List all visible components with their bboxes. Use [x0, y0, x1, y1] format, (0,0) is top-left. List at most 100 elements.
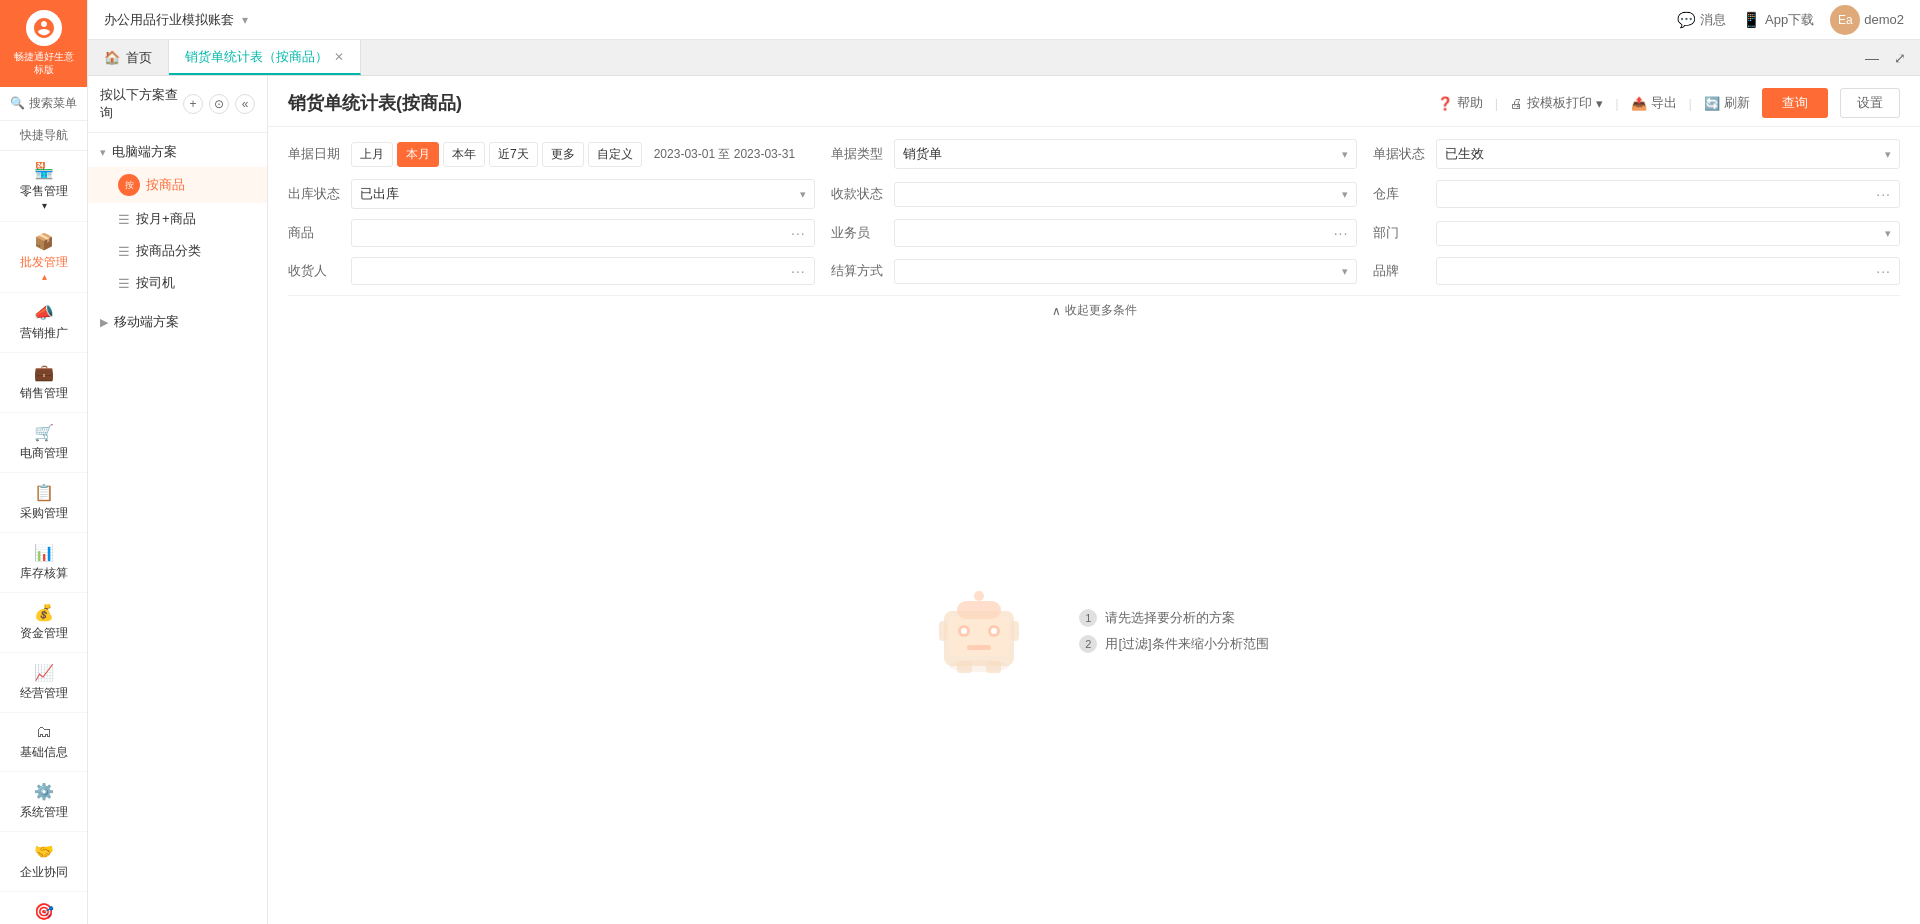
tab-controls: — ⤢ [1860, 46, 1920, 70]
refresh-label: 刷新 [1724, 94, 1750, 112]
sidebar-item-purchase[interactable]: 📋 采购管理 [0, 473, 87, 533]
sidebar-item-management[interactable]: 📈 经营管理 [0, 653, 87, 713]
company-dropdown[interactable]: ▾ [242, 13, 248, 27]
collapse-up-icon: ∧ [1052, 304, 1061, 318]
panel-header: 按以下方案查询 + ⊙ « [88, 76, 267, 133]
wholesale-icon: 📦 [34, 232, 54, 251]
topbar-right: 💬 消息 📱 App下载 Ea demo2 [1677, 5, 1904, 35]
query-button[interactable]: 查询 [1762, 88, 1828, 118]
doc-type-group: 单据类型 销货单 ▾ [831, 139, 1358, 169]
staff-label: 业务员 [831, 224, 886, 242]
sidebar-item-finance[interactable]: 💰 资金管理 [0, 593, 87, 653]
empty-tips: 1 请先选择要分析的方案 2 用[过滤]条件来缩小分析范围 [1079, 609, 1268, 653]
desktop-section-header[interactable]: ▾ 电脑端方案 [88, 137, 267, 167]
page-header: 销货单统计表(按商品) ❓ 帮助 | 🖨 按模板打印 ▾ | 📤 [268, 76, 1920, 127]
staff-input[interactable]: ··· [894, 219, 1358, 247]
user-profile[interactable]: Ea demo2 [1830, 5, 1904, 35]
mobile-section: ▶ 移动端方案 [88, 303, 267, 341]
sidebar-item-collab[interactable]: 🤝 企业协同 [0, 832, 87, 892]
settings-scheme-btn[interactable]: ⊙ [209, 94, 229, 114]
date-btn-7days[interactable]: 近7天 [489, 142, 538, 167]
tab-home-label: 首页 [126, 49, 152, 67]
quick-nav-label: 快捷导航 [20, 128, 68, 142]
sidebar-item-basic[interactable]: 🗂 基础信息 [0, 713, 87, 772]
sidebar-item-ecommerce[interactable]: 🛒 电商管理 [0, 413, 87, 473]
date-btn-last-month[interactable]: 上月 [351, 142, 393, 167]
date-quick-btns: 上月 本月 本年 近7天 更多 自定义 2023-03-01 至 2023-03… [351, 142, 795, 167]
brand-group: 品牌 ··· [1373, 257, 1900, 285]
sidebar-item-retail[interactable]: 🏪 零售管理 ▾ [0, 151, 87, 222]
tab-home[interactable]: 🏠 首页 [88, 40, 169, 75]
panel-actions: + ⊙ « [183, 94, 255, 114]
avatar: Ea [1830, 5, 1860, 35]
mobile-section-header[interactable]: ▶ 移动端方案 [88, 307, 267, 337]
sidebar-item-marketing[interactable]: 📣 营销推广 [0, 293, 87, 353]
finance-icon: 💰 [34, 603, 54, 622]
sidebar-purchase-label: 采购管理 [20, 505, 68, 522]
warehouse-label: 仓库 [1373, 185, 1428, 203]
doc-status-select[interactable]: 已生效 ▾ [1436, 139, 1900, 169]
collect-status-group: 收款状态 ▾ [831, 182, 1358, 207]
date-btn-this-year[interactable]: 本年 [443, 142, 485, 167]
sidebar-item-guide[interactable]: 🎯 新手引导 [0, 892, 87, 924]
warehouse-input[interactable]: ··· [1436, 180, 1900, 208]
sidebar-item-sales[interactable]: 💼 销售管理 [0, 353, 87, 413]
collapse-bar[interactable]: ∧ 收起更多条件 [288, 295, 1900, 325]
collapse-icon: « [242, 97, 249, 111]
scheme-by-driver[interactable]: ☰ 按司机 [88, 267, 267, 299]
print-btn[interactable]: 🖨 按模板打印 ▾ [1510, 94, 1603, 112]
goods-input[interactable]: ··· [351, 219, 815, 247]
dept-select[interactable]: ▾ [1436, 221, 1900, 246]
retail-arrow: ▾ [42, 200, 47, 211]
maximize-btn[interactable]: ⤢ [1888, 46, 1912, 70]
home-icon: 🏠 [104, 50, 120, 65]
refresh-btn[interactable]: 🔄 刷新 [1704, 94, 1750, 112]
doc-type-select[interactable]: 销货单 ▾ [894, 139, 1358, 169]
collect-status-select[interactable]: ▾ [894, 182, 1358, 207]
doc-status-value: 已生效 [1445, 145, 1484, 163]
maximize-icon: ⤢ [1894, 50, 1906, 66]
receiver-group: 收货人 ··· [288, 257, 815, 285]
settle-select[interactable]: ▾ [894, 259, 1358, 284]
tab-sales-stat[interactable]: 销货单统计表（按商品） ✕ [169, 40, 361, 75]
dept-arrow: ▾ [1885, 227, 1891, 240]
settings-button[interactable]: 设置 [1840, 88, 1900, 118]
sidebar-item-inventory[interactable]: 📊 库存核算 [0, 533, 87, 593]
minimize-btn[interactable]: — [1860, 46, 1884, 70]
out-status-arrow: ▾ [800, 188, 806, 201]
out-status-select[interactable]: 已出库 ▾ [351, 179, 815, 209]
tab-close-btn[interactable]: ✕ [334, 50, 344, 64]
search-menu[interactable]: 🔍 搜索菜单 [0, 87, 87, 121]
brand-dots: ··· [1876, 263, 1891, 279]
doc-type-arrow: ▾ [1342, 148, 1348, 161]
empty-state: 1 请先选择要分析的方案 2 用[过滤]条件来缩小分析范围 [268, 337, 1920, 924]
warehouse-group: 仓库 ··· [1373, 180, 1900, 208]
add-scheme-btn[interactable]: + [183, 94, 203, 114]
date-btn-this-month[interactable]: 本月 [397, 142, 439, 167]
minimize-icon: — [1865, 50, 1879, 66]
logo: 畅捷通好生意 标版 [0, 0, 88, 87]
add-icon: + [189, 97, 196, 111]
quick-nav[interactable]: 快捷导航 [0, 121, 87, 151]
scheme-by-category[interactable]: ☰ 按商品分类 [88, 235, 267, 267]
sidebar-management-label: 经营管理 [20, 685, 68, 702]
main-area: 办公用品行业模拟账套 ▾ 💬 消息 📱 App下载 Ea demo2 🏠 首页 [88, 0, 1920, 924]
app-download-btn[interactable]: 📱 App下载 [1742, 11, 1814, 29]
message-btn[interactable]: 💬 消息 [1677, 11, 1726, 29]
svg-rect-8 [939, 621, 947, 641]
date-btn-custom[interactable]: 自定义 [588, 142, 642, 167]
scheme-by-month-goods[interactable]: ☰ 按月+商品 [88, 203, 267, 235]
app-download-label: App下载 [1765, 11, 1814, 29]
collapse-panel-btn[interactable]: « [235, 94, 255, 114]
brand-input[interactable]: ··· [1436, 257, 1900, 285]
panel-title: 按以下方案查询 [100, 86, 183, 122]
sidebar-item-system[interactable]: ⚙️ 系统管理 [0, 772, 87, 832]
tip-num-1: 1 [1079, 609, 1097, 627]
help-btn[interactable]: ❓ 帮助 [1437, 94, 1483, 112]
sidebar-item-wholesale[interactable]: 📦 批发管理 ▴ [0, 222, 87, 293]
warehouse-dots: ··· [1876, 186, 1891, 202]
date-btn-more[interactable]: 更多 [542, 142, 584, 167]
export-btn[interactable]: 📤 导出 [1631, 94, 1677, 112]
receiver-input[interactable]: ··· [351, 257, 815, 285]
scheme-by-goods[interactable]: 按 按商品 [88, 167, 267, 203]
